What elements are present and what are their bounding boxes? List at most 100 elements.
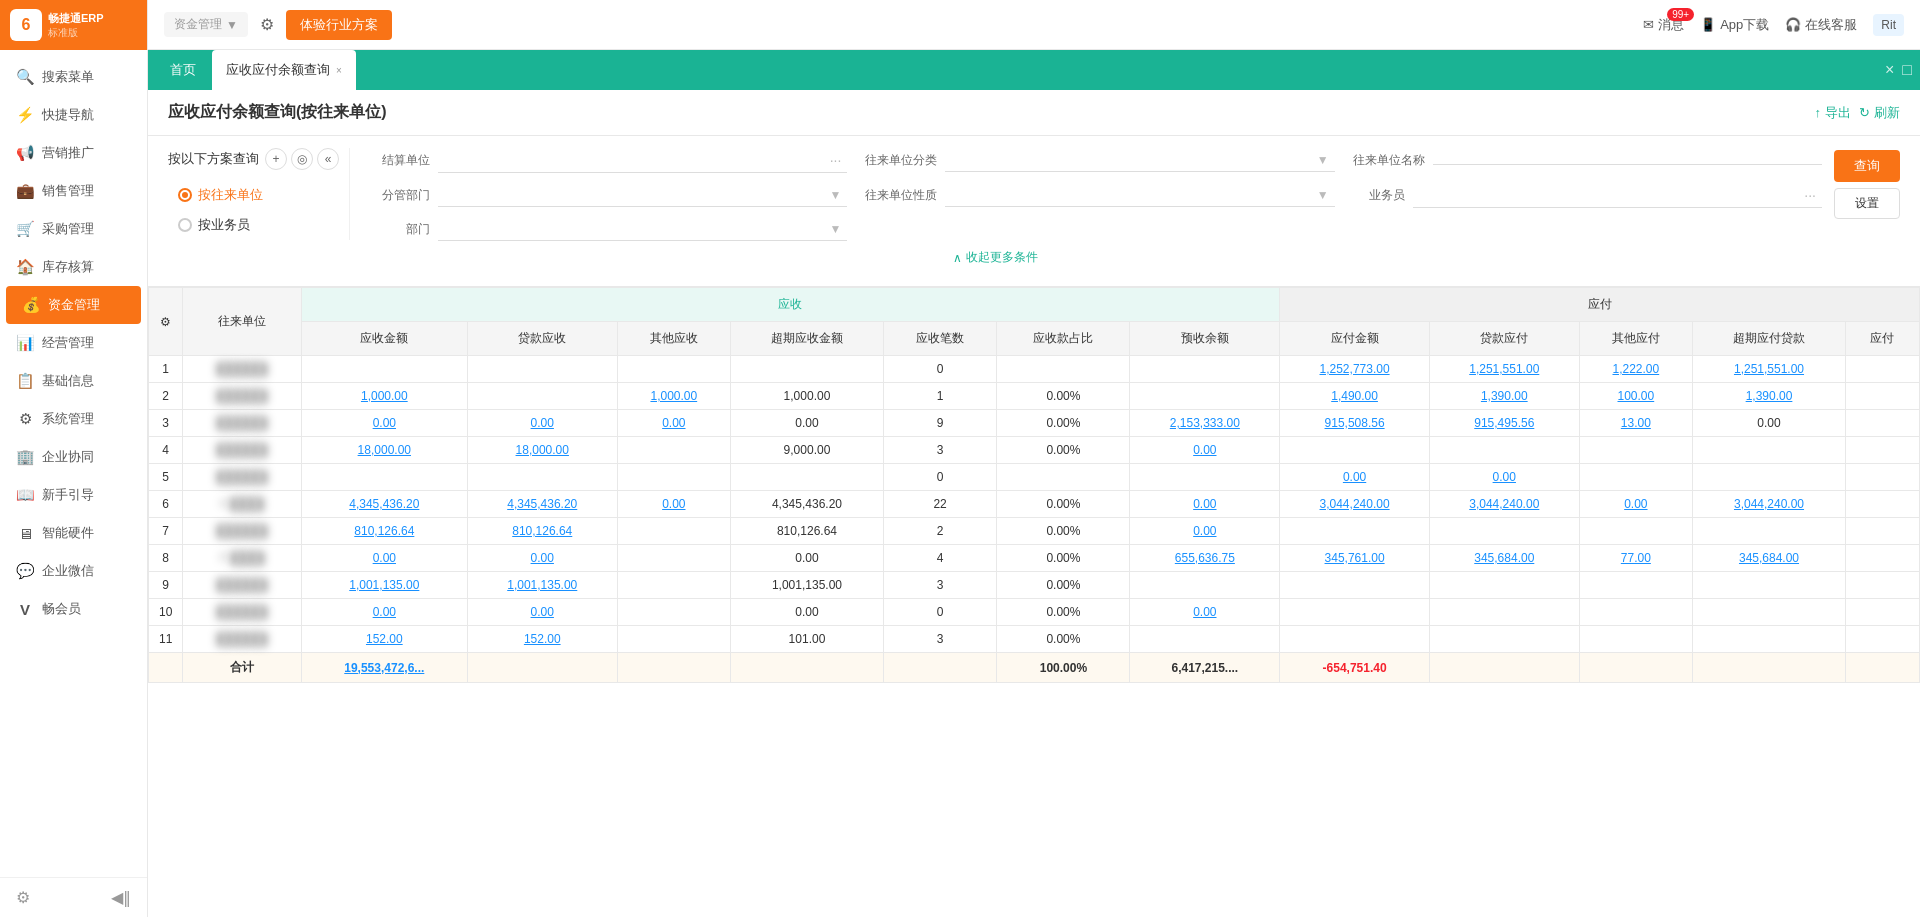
recv-loan-cell[interactable]: 0.00: [467, 545, 617, 572]
pay-loan-cell[interactable]: 0.00: [1429, 464, 1579, 491]
settlement-unit-input[interactable]: ···: [438, 148, 847, 173]
sidebar-item-hardware[interactable]: 🖥 智能硬件: [0, 514, 147, 552]
recv-loan-cell[interactable]: 152.00: [467, 626, 617, 653]
recv-advance-cell[interactable]: 0.00: [1130, 491, 1280, 518]
refresh-button[interactable]: ↻ 刷新: [1859, 104, 1900, 122]
add-filter-icon[interactable]: +: [265, 148, 287, 170]
recv-advance-cell[interactable]: 0.00: [1130, 518, 1280, 545]
pay-other-cell[interactable]: 0.00: [1579, 491, 1692, 518]
filter-settings-icon[interactable]: ◎: [291, 148, 313, 170]
recv-amt-cell[interactable]: 0.00: [301, 410, 467, 437]
dept-select[interactable]: ▼: [438, 218, 847, 241]
pay-other-cell[interactable]: 77.00: [1579, 545, 1692, 572]
filter-settings-button[interactable]: 设置: [1834, 188, 1900, 219]
tab-minimize-icon[interactable]: ×: [1885, 61, 1894, 79]
sidebar-item-finance[interactable]: 💰 资金管理: [6, 286, 141, 324]
table-row: 1 ██████ 0 1,252,773.00 1,251,551.00 1,2: [149, 356, 1920, 383]
recv-other-cell[interactable]: 0.00: [617, 410, 730, 437]
sidebar-item-basic[interactable]: 📋 基础信息: [0, 362, 147, 400]
pay-amt-cell[interactable]: 345,761.00: [1280, 545, 1430, 572]
pay-overdue-cell[interactable]: 3,044,240.00: [1693, 491, 1846, 518]
pay-loan-cell[interactable]: 1,390.00: [1429, 383, 1579, 410]
pay-loan-cell[interactable]: 3,044,240.00: [1429, 491, 1579, 518]
recv-other-cell[interactable]: 1,000.00: [617, 383, 730, 410]
user-info[interactable]: Rit: [1873, 14, 1904, 36]
topbar-gear-icon[interactable]: ⚙: [260, 15, 274, 34]
filter-option-salesman[interactable]: 按业务员: [168, 210, 339, 240]
trade-category-select[interactable]: ▼: [945, 149, 1334, 172]
tab-close-icon[interactable]: ×: [336, 65, 342, 76]
pay-other-cell: [1579, 464, 1692, 491]
tab-maximize-icon[interactable]: □: [1902, 61, 1912, 79]
recv-amt-cell[interactable]: 18,000.00: [301, 437, 467, 464]
online-service-button[interactable]: 🎧 在线客服: [1785, 16, 1857, 34]
recv-amt-cell[interactable]: 4,345,436.20: [301, 491, 467, 518]
pay-amt-cell[interactable]: 3,044,240.00: [1280, 491, 1430, 518]
pay-overdue-cell[interactable]: 345,684.00: [1693, 545, 1846, 572]
sidebar-item-label: 销售管理: [42, 182, 94, 200]
salesman-input[interactable]: ···: [1413, 183, 1822, 208]
recv-advance-cell[interactable]: 0.00: [1130, 599, 1280, 626]
filter-collapse-button[interactable]: ∧ 收起更多条件: [168, 241, 1822, 274]
collapse-icon[interactable]: ◀‖: [111, 888, 131, 907]
pay-other-cell[interactable]: 1,222.00: [1579, 356, 1692, 383]
recv-loan-cell[interactable]: 1,001,135.00: [467, 572, 617, 599]
filter-option-unit[interactable]: 按往来单位: [168, 180, 339, 210]
sidebar-item-inventory[interactable]: 🏠 库存核算: [0, 248, 147, 286]
pay-amt-cell[interactable]: 0.00: [1280, 464, 1430, 491]
table-gear-header[interactable]: ⚙: [149, 288, 183, 356]
recv-advance-cell[interactable]: 655,636.75: [1130, 545, 1280, 572]
trade-nature-select[interactable]: ▼: [945, 184, 1334, 207]
sidebar-item-guide[interactable]: 📖 新手引导: [0, 476, 147, 514]
pay-loan-cell[interactable]: 1,251,551.00: [1429, 356, 1579, 383]
app-download-button[interactable]: 📱 App下载: [1700, 16, 1769, 34]
export-button[interactable]: ↑ 导出: [1815, 104, 1852, 122]
promo-button[interactable]: 体验行业方案: [286, 10, 392, 40]
recv-loan-cell[interactable]: 810,126.64: [467, 518, 617, 545]
tab-receivable-query[interactable]: 应收应付余额查询 ×: [212, 50, 356, 90]
pay-other-cell[interactable]: 13.00: [1579, 410, 1692, 437]
pay-amt-cell[interactable]: 1,490.00: [1280, 383, 1430, 410]
sidebar-item-wechat[interactable]: 💬 企业微信: [0, 552, 147, 590]
recv-count-cell: 3: [883, 572, 996, 599]
recv-amt-cell[interactable]: 1,001,135.00: [301, 572, 467, 599]
sidebar-item-sales[interactable]: 💼 销售管理: [0, 172, 147, 210]
recv-amt-cell[interactable]: 810,126.64: [301, 518, 467, 545]
sidebar-item-purchase[interactable]: 🛒 采购管理: [0, 210, 147, 248]
pay-loan-cell[interactable]: 345,684.00: [1429, 545, 1579, 572]
recv-amt-cell[interactable]: 1,000.00: [301, 383, 467, 410]
filter-back-icon[interactable]: «: [317, 148, 339, 170]
pay-overdue-cell[interactable]: 1,390.00: [1693, 383, 1846, 410]
recv-loan-cell[interactable]: 0.00: [467, 599, 617, 626]
query-button[interactable]: 查询: [1834, 150, 1900, 182]
recv-amt-cell[interactable]: 0.00: [301, 545, 467, 572]
pay-other-cell[interactable]: 100.00: [1579, 383, 1692, 410]
recv-loan-cell: [467, 383, 617, 410]
sidebar-item-system[interactable]: ⚙ 系统管理: [0, 400, 147, 438]
tab-home[interactable]: 首页: [156, 50, 210, 90]
sidebar-item-corp[interactable]: 🏢 企业协同: [0, 438, 147, 476]
trade-name-input[interactable]: [1433, 156, 1822, 165]
recv-loan-cell[interactable]: 0.00: [467, 410, 617, 437]
recv-amt-cell[interactable]: 0.00: [301, 599, 467, 626]
sidebar-item-management[interactable]: 📊 经营管理: [0, 324, 147, 362]
message-button[interactable]: ✉ 消息 99+: [1643, 16, 1684, 34]
pay-loan-cell[interactable]: 915,495.56: [1429, 410, 1579, 437]
recv-advance-cell[interactable]: 0.00: [1130, 437, 1280, 464]
recv-amt-cell[interactable]: 152.00: [301, 626, 467, 653]
sidebar-item-quick[interactable]: ⚡ 快捷导航: [0, 96, 147, 134]
recv-loan-cell[interactable]: 18,000.00: [467, 437, 617, 464]
recv-advance-cell[interactable]: 2,153,333.00: [1130, 410, 1280, 437]
recv-loan-cell[interactable]: 4,345,436.20: [467, 491, 617, 518]
settings-footer-icon[interactable]: ⚙: [16, 888, 30, 907]
sidebar-item-marketing[interactable]: 📢 营销推广: [0, 134, 147, 172]
sidebar-item-vip[interactable]: V 畅会员: [0, 590, 147, 628]
pay-amt-cell[interactable]: 915,508.56: [1280, 410, 1430, 437]
sidebar-item-search[interactable]: 🔍 搜索菜单: [0, 58, 147, 96]
branch-dept-select[interactable]: ▼: [438, 184, 847, 207]
recv-other-cell[interactable]: 0.00: [617, 491, 730, 518]
pay-amt-cell[interactable]: 1,252,773.00: [1280, 356, 1430, 383]
pay-overdue-cell[interactable]: 1,251,551.00: [1693, 356, 1846, 383]
recv-other-cell: [617, 599, 730, 626]
recv-other-cell: [617, 356, 730, 383]
